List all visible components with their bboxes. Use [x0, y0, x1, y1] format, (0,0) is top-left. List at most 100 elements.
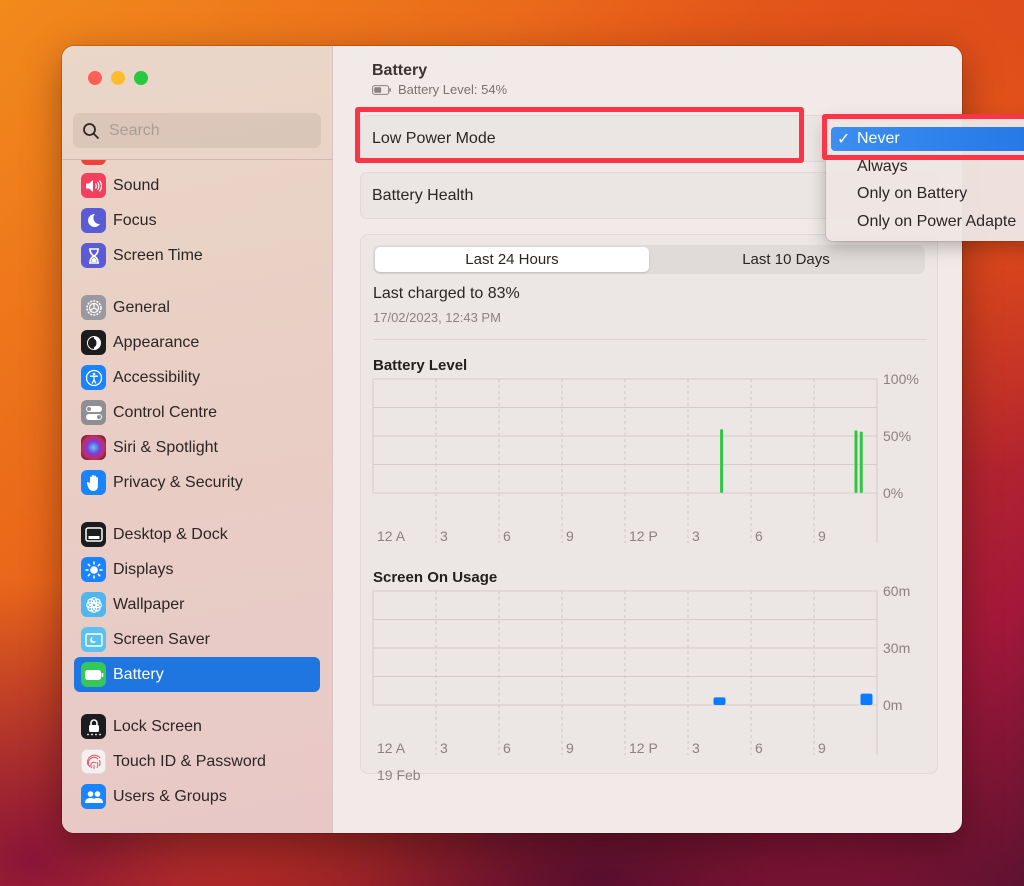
sidebar-item-screen-time[interactable]: Screen Time [74, 238, 320, 273]
siri-icon [81, 435, 106, 460]
usage-history-panel: Last 24 Hours Last 10 Days Last charged … [360, 234, 938, 783]
screen-usage-bar [713, 697, 726, 705]
minimize-button[interactable] [111, 71, 125, 85]
battery-level-bar [859, 431, 863, 493]
toggles-icon [81, 400, 106, 425]
y-tick-label: 50% [883, 428, 911, 444]
battery-level-icon [372, 84, 391, 95]
close-button[interactable] [88, 71, 102, 85]
sidebar-item-label: Displays [113, 560, 174, 578]
users-icon [81, 784, 106, 809]
gear-icon [81, 295, 106, 320]
x-tick-label: 3 [692, 740, 700, 756]
screen-on-usage-chart-title: Screen On Usage [373, 569, 498, 586]
y-tick-label: 60m [883, 583, 910, 599]
time-range-segmented-control: Last 24 Hours Last 10 Days [373, 245, 925, 274]
dropdown-option-label: Always [857, 158, 908, 175]
sidebar-item-label: Focus [113, 211, 157, 229]
y-tick-label: 100% [883, 371, 919, 387]
x-tick-label: 6 [755, 528, 763, 544]
never-option-highlight-overlay [822, 114, 1024, 160]
sidebar-item-general[interactable]: General [74, 290, 320, 325]
search-input[interactable] [109, 121, 309, 140]
sidebar-item-label: Sound [113, 176, 160, 194]
dropdown-option-only-on-battery[interactable]: Only on Battery [831, 182, 1024, 206]
screen-on-usage-chart: 12 A 3 6 9 12 P 3 6 9 60m 30m 0m 19 Feb [372, 583, 910, 783]
sidebar-item-label: Screen Time [113, 246, 203, 264]
sidebar-item-label: Users & Groups [113, 787, 227, 805]
sidebar-item-sound[interactable]: Sound [74, 168, 320, 203]
x-tick-label: 6 [755, 740, 763, 756]
moon-icon [81, 208, 106, 233]
notifications-icon [81, 160, 106, 165]
last-charged-text: Last charged to 83% [373, 285, 520, 302]
sidebar: Sound Focus Screen Time General [62, 46, 333, 833]
battery-level-chart-title: Battery Level [373, 357, 468, 374]
sidebar-item-touch-id-password[interactable]: Touch ID & Password [74, 744, 320, 779]
sidebar-item-focus[interactable]: Focus [74, 203, 320, 238]
sidebar-item-control-centre[interactable]: Control Centre [74, 395, 320, 430]
tab-last-24-hours[interactable]: Last 24 Hours [375, 247, 649, 272]
tab-last-10-days[interactable]: Last 10 Days [649, 247, 923, 272]
screen-usage-bar [860, 693, 873, 705]
battery-level-status: Battery Level: 54% [372, 82, 507, 97]
search-icon [83, 122, 99, 139]
sidebar-item-appearance[interactable]: Appearance [74, 325, 320, 360]
hand-icon [81, 470, 106, 495]
sidebar-item-screen-saver[interactable]: Screen Saver [74, 622, 320, 657]
battery-level-chart: 12 A 3 6 9 12 P 3 6 9 100% 50% 0% [372, 371, 919, 544]
dock-icon [81, 522, 106, 547]
x-tick-label: 3 [440, 528, 448, 544]
battery-health-label: Battery Health [372, 186, 474, 204]
x-tick-label: 9 [566, 740, 574, 756]
dropdown-option-only-on-power-adapter[interactable]: Only on Power Adapte [831, 210, 1024, 234]
dropdown-option-label: Only on Power Adapte [857, 213, 1017, 230]
battery-level-text: Battery Level: 54% [398, 82, 508, 97]
sidebar-item-label: Lock Screen [113, 717, 202, 735]
sidebar-item-label: Wallpaper [113, 595, 185, 613]
sun-icon [81, 557, 106, 582]
x-tick-label: 12 A [377, 740, 406, 756]
page-title: Battery [372, 62, 428, 79]
x-tick-label: 9 [566, 528, 574, 544]
maximize-button[interactable] [134, 71, 148, 85]
x-tick-label: 9 [818, 528, 826, 544]
sidebar-item-label: General [113, 298, 170, 316]
battery-level-bar [854, 430, 858, 493]
x-tick-label: 12 A [377, 528, 406, 544]
sidebar-item-label: Screen Saver [113, 630, 210, 648]
search-field[interactable] [73, 113, 321, 148]
sidebar-item-users-groups[interactable]: Users & Groups [74, 779, 320, 814]
y-tick-label: 0m [883, 697, 902, 713]
sidebar-item-accessibility[interactable]: Accessibility [74, 360, 320, 395]
dropdown-option-label: Only on Battery [857, 185, 968, 202]
appearance-icon [81, 330, 106, 355]
sidebar-item-label: Siri & Spotlight [113, 438, 218, 456]
last-charged-date: 17/02/2023, 12:43 PM [373, 310, 501, 325]
sidebar-item-label: Battery [113, 665, 164, 683]
sidebar-item-label: Appearance [113, 333, 200, 351]
y-tick-label: 30m [883, 640, 910, 656]
sidebar-item-wallpaper[interactable]: Wallpaper [74, 587, 320, 622]
sidebar-item-label: Desktop & Dock [113, 525, 228, 543]
sidebar-item-label: Accessibility [113, 368, 201, 386]
sidebar-item-displays[interactable]: Displays [74, 552, 320, 587]
sidebar-item-lock-screen[interactable]: Lock Screen [74, 709, 320, 744]
battery-icon [81, 662, 106, 687]
x-tick-label: 12 P [629, 740, 658, 756]
lock-icon [81, 714, 106, 739]
accessibility-icon [81, 365, 106, 390]
date-label: 19 Feb [377, 767, 421, 783]
sidebar-item-privacy-security[interactable]: Privacy & Security [74, 465, 320, 500]
hourglass-icon [81, 243, 106, 268]
sidebar-item-label: Control Centre [113, 403, 218, 421]
fingerprint-icon [81, 749, 106, 774]
x-tick-label: 3 [692, 528, 700, 544]
x-tick-label: 9 [818, 740, 826, 756]
x-tick-label: 12 P [629, 528, 658, 544]
sidebar-item-siri-spotlight[interactable]: Siri & Spotlight [74, 430, 320, 465]
sidebar-item-desktop-dock[interactable]: Desktop & Dock [74, 517, 320, 552]
sidebar-item-battery[interactable]: Battery [74, 657, 320, 692]
sidebar-list: Sound Focus Screen Time General Appearan… [62, 160, 333, 833]
traffic-lights [88, 71, 148, 85]
